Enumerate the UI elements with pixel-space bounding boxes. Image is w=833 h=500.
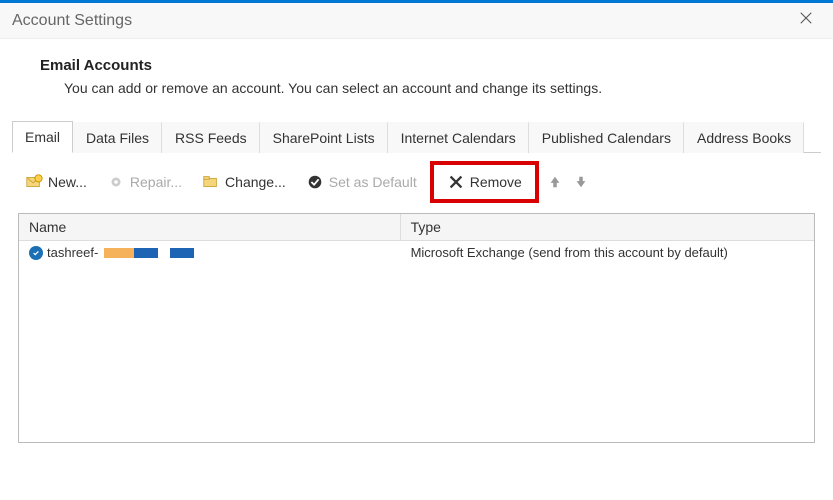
remove-label: Remove [470, 174, 522, 190]
arrow-up-icon [548, 175, 562, 189]
redacted-text [104, 248, 224, 258]
checkmark-circle-icon [306, 173, 324, 191]
remove-highlight: Remove [430, 161, 539, 203]
tab-rss-feeds[interactable]: RSS Feeds [162, 122, 260, 153]
gear-icon [107, 173, 125, 191]
remove-x-icon [447, 173, 465, 191]
move-up-button[interactable] [545, 172, 565, 192]
tab-strip: Email Data Files RSS Feeds SharePoint Li… [12, 120, 821, 153]
account-name-cell: tashreef- [19, 241, 401, 264]
tab-internet-calendars[interactable]: Internet Calendars [388, 122, 529, 153]
page-title: Email Accounts [40, 57, 803, 74]
table-row[interactable]: tashreef- Microsoft Exchange (send from … [19, 241, 814, 264]
window-title: Account Settings [12, 12, 132, 30]
folder-change-icon [202, 173, 220, 191]
account-type-cell: Microsoft Exchange (send from this accou… [401, 241, 814, 264]
list-header: Name Type [19, 214, 814, 241]
new-button[interactable]: New... [18, 169, 94, 195]
tab-published-calendars[interactable]: Published Calendars [529, 122, 684, 153]
change-button[interactable]: Change... [195, 169, 293, 195]
remove-button[interactable]: Remove [440, 169, 529, 195]
default-account-check-icon [29, 246, 43, 260]
envelope-new-icon [25, 173, 43, 191]
account-settings-window: Account Settings Email Accounts You can … [0, 0, 833, 500]
set-default-button[interactable]: Set as Default [299, 169, 424, 195]
column-name[interactable]: Name [19, 214, 401, 240]
tab-address-books[interactable]: Address Books [684, 122, 804, 153]
move-down-button[interactable] [571, 172, 591, 192]
tab-sharepoint-lists[interactable]: SharePoint Lists [260, 122, 388, 153]
tab-email[interactable]: Email [12, 121, 73, 153]
titlebar: Account Settings [0, 3, 833, 39]
change-label: Change... [225, 174, 286, 190]
close-icon[interactable] [791, 7, 821, 34]
account-name-prefix: tashreef- [47, 245, 98, 260]
arrow-down-icon [574, 175, 588, 189]
tab-data-files[interactable]: Data Files [73, 122, 162, 153]
repair-button[interactable]: Repair... [100, 169, 189, 195]
set-default-label: Set as Default [329, 174, 417, 190]
accounts-list: Name Type tashreef- Microsoft Exchange (… [18, 213, 815, 443]
toolbar: New... Repair... Change... Set as Defaul… [0, 153, 833, 213]
new-label: New... [48, 174, 87, 190]
page-subtitle: You can add or remove an account. You ca… [64, 80, 803, 96]
header-block: Email Accounts You can add or remove an … [0, 39, 833, 120]
column-type[interactable]: Type [401, 214, 814, 240]
repair-label: Repair... [130, 174, 182, 190]
